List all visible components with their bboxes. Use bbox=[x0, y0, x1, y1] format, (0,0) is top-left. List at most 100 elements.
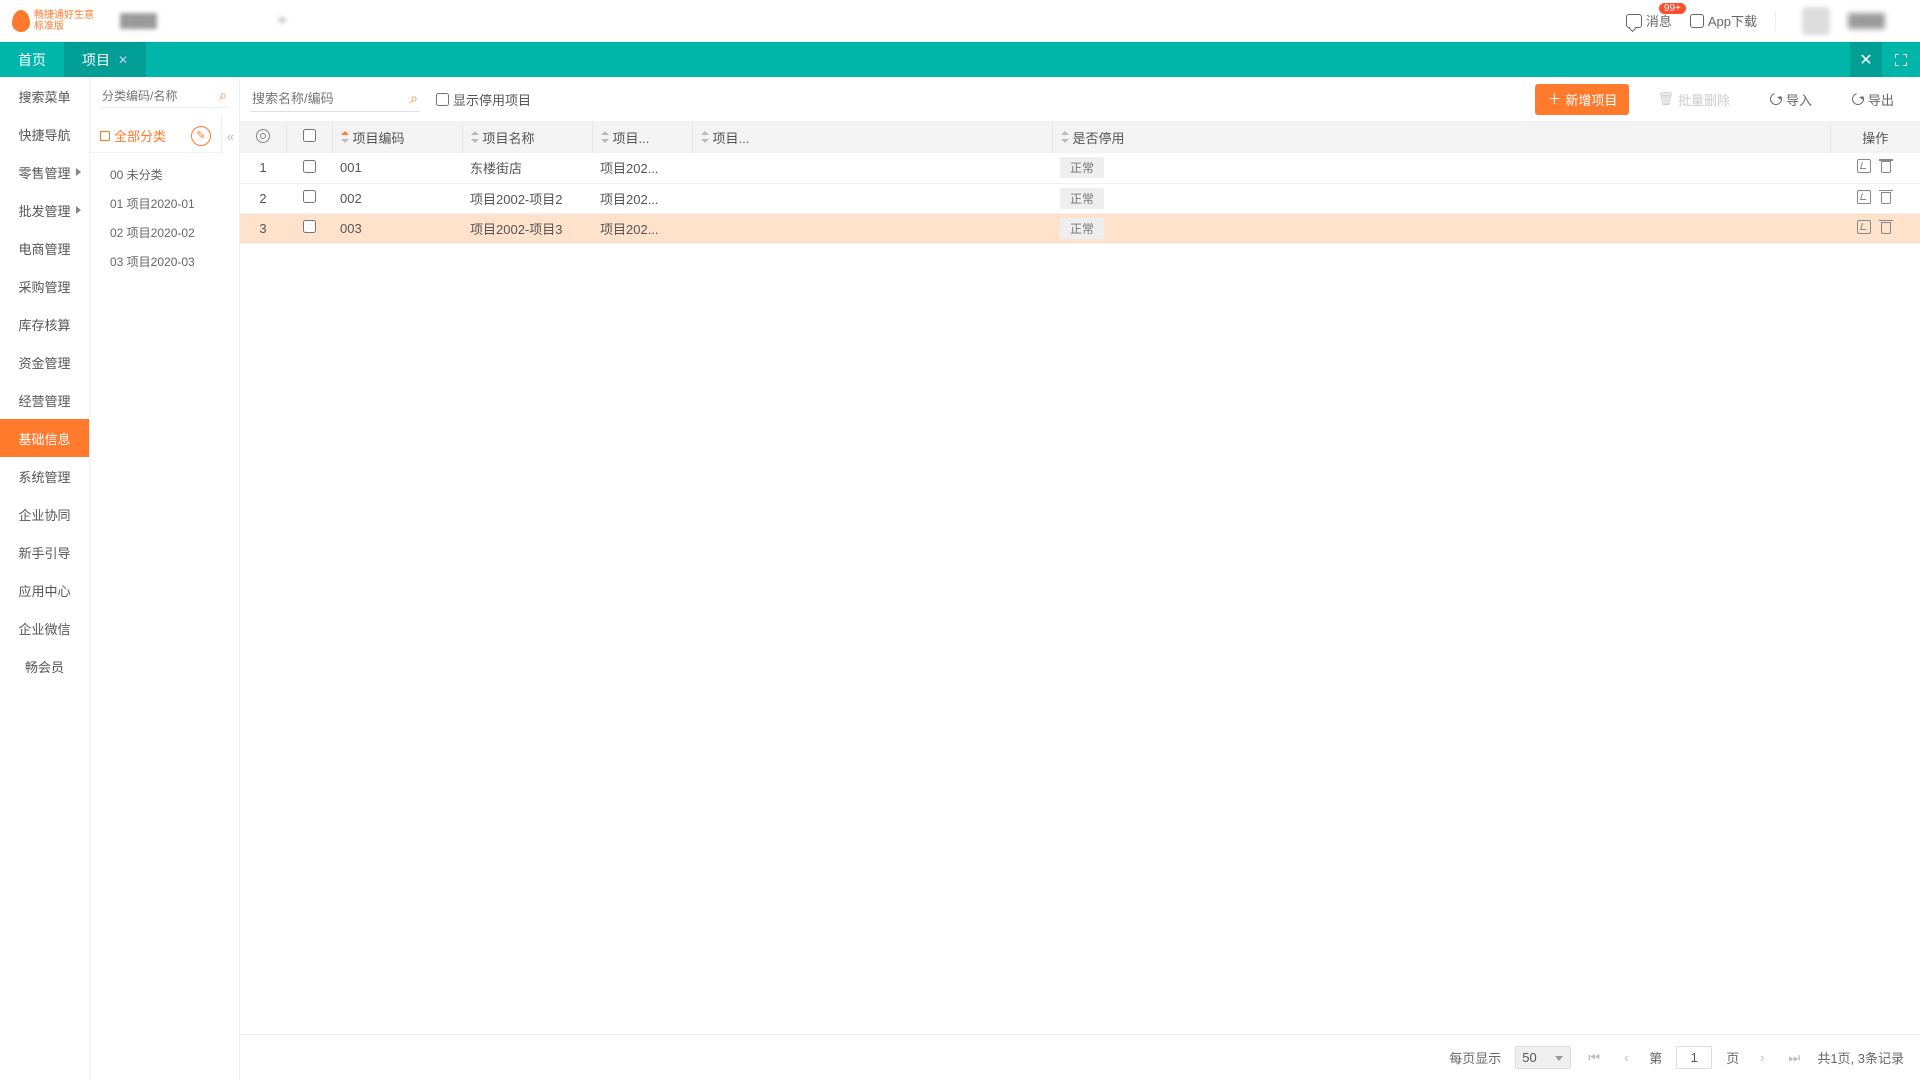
import-icon bbox=[1768, 91, 1784, 107]
delete-icon[interactable] bbox=[1879, 190, 1893, 204]
gear-icon bbox=[256, 129, 270, 143]
logo-icon bbox=[12, 10, 30, 32]
status-badge: 正常 bbox=[1060, 218, 1104, 239]
category-search: ⌕ bbox=[90, 77, 239, 116]
column-t2[interactable]: 项目... bbox=[692, 121, 1052, 153]
trash-icon: 🗑 bbox=[1657, 91, 1674, 107]
column-status[interactable]: 是否停用 bbox=[1052, 121, 1830, 153]
per-page-select[interactable]: 50 bbox=[1515, 1046, 1571, 1069]
chevron-down-icon bbox=[277, 18, 287, 24]
category-all[interactable]: 全部分类 ✎ bbox=[90, 120, 221, 153]
sidebar-item[interactable]: 经营管理 bbox=[0, 381, 89, 419]
table-row[interactable]: 3003项目2002-项目3项目202...正常 bbox=[240, 213, 1920, 243]
table-row[interactable]: 1001东楼街店项目202...正常 bbox=[240, 153, 1920, 183]
fullscreen-icon bbox=[1895, 54, 1907, 66]
add-button[interactable]: ＋ 新增项目 bbox=[1535, 84, 1629, 115]
messages-badge: 99+ bbox=[1659, 3, 1686, 14]
messages-button[interactable]: 消息 99+ bbox=[1626, 11, 1672, 30]
category-search-input[interactable] bbox=[100, 85, 229, 108]
edit-icon[interactable] bbox=[1857, 220, 1871, 234]
sidebar-item[interactable]: 零售管理 bbox=[0, 153, 89, 191]
search-icon[interactable]: ⌕ bbox=[410, 90, 418, 107]
close-icon[interactable]: ✕ bbox=[118, 53, 128, 67]
search-input[interactable] bbox=[250, 86, 420, 112]
sidebar-item[interactable]: 新手引导 bbox=[0, 533, 89, 571]
category-all-label: 全部分类 bbox=[114, 126, 166, 145]
row-checkbox[interactable] bbox=[303, 220, 316, 233]
per-page-label: 每页显示 bbox=[1449, 1048, 1501, 1067]
org-selector[interactable]: ████ bbox=[120, 13, 287, 28]
edit-icon[interactable] bbox=[1857, 159, 1871, 173]
last-page-button[interactable]: ⏭ bbox=[1785, 1049, 1803, 1067]
show-disabled-checkbox[interactable]: 显示停用项目 bbox=[436, 90, 531, 109]
chevron-right-icon bbox=[76, 206, 81, 214]
page-input[interactable] bbox=[1676, 1046, 1712, 1069]
fullscreen-button[interactable] bbox=[1886, 42, 1916, 77]
pager: 每页显示 50 ⏮ ‹ 第 页 › ⏭ 共1页, 3条记录 bbox=[240, 1034, 1920, 1080]
pager-summary: 共1页, 3条记录 bbox=[1817, 1048, 1904, 1067]
tabs-close-all-button[interactable]: ✕ bbox=[1850, 42, 1882, 77]
category-item[interactable]: 02 项目2020-02 bbox=[90, 218, 239, 247]
close-icon: ✕ bbox=[1859, 50, 1872, 70]
sidebar-item[interactable]: 系统管理 bbox=[0, 457, 89, 495]
import-button[interactable]: 导入 bbox=[1758, 84, 1824, 115]
brand-name: 畅捷通好生意 bbox=[34, 10, 94, 21]
sidebar-item[interactable]: 库存核算 bbox=[0, 305, 89, 343]
status-badge: 正常 bbox=[1060, 157, 1104, 178]
tab-home[interactable]: 首页 bbox=[0, 42, 64, 77]
sidebar-item[interactable]: 畅会员 bbox=[0, 647, 89, 685]
app-download-button[interactable]: App下载 bbox=[1690, 11, 1757, 30]
delete-icon[interactable] bbox=[1879, 220, 1893, 234]
column-settings[interactable] bbox=[240, 121, 286, 153]
category-item[interactable]: 00 未分类 bbox=[90, 160, 239, 189]
edit-icon[interactable] bbox=[1857, 190, 1871, 204]
export-button[interactable]: 导出 bbox=[1840, 84, 1906, 115]
grid-icon bbox=[100, 131, 110, 141]
category-item[interactable]: 03 项目2020-03 bbox=[90, 247, 239, 276]
sort-icon bbox=[341, 131, 349, 143]
app-icon bbox=[1690, 14, 1704, 28]
row-checkbox[interactable] bbox=[303, 190, 316, 203]
prev-page-button[interactable]: ‹ bbox=[1617, 1049, 1635, 1067]
chat-icon bbox=[1626, 14, 1642, 28]
category-item[interactable]: 01 项目2020-01 bbox=[90, 189, 239, 218]
sidebar-item[interactable]: 采购管理 bbox=[0, 267, 89, 305]
search-icon[interactable]: ⌕ bbox=[219, 87, 227, 104]
sort-icon bbox=[701, 131, 709, 143]
column-name[interactable]: 项目名称 bbox=[462, 121, 592, 153]
column-code[interactable]: 项目编码 bbox=[332, 121, 462, 153]
collapse-panel-button[interactable]: « bbox=[221, 116, 239, 156]
sidebar-item[interactable]: 基础信息 bbox=[0, 419, 89, 457]
category-panel: ⌕ 全部分类 ✎ « 00 未分类01 项目2020-0102 项目2020-0… bbox=[90, 77, 240, 1080]
next-page-button[interactable]: › bbox=[1753, 1049, 1771, 1067]
chevron-right-icon bbox=[76, 168, 81, 176]
delete-icon[interactable] bbox=[1879, 159, 1893, 173]
sidebar-item[interactable]: 应用中心 bbox=[0, 571, 89, 609]
sort-icon bbox=[601, 131, 609, 143]
export-icon bbox=[1850, 91, 1866, 107]
app-download-label: App下载 bbox=[1708, 11, 1757, 30]
user-name[interactable]: ████ bbox=[1848, 13, 1908, 28]
topbar: 畅捷通好生意 标准版 ████ 消息 99+ App下载 ████ bbox=[0, 0, 1920, 42]
sidebar-item[interactable]: 批发管理 bbox=[0, 191, 89, 229]
brand-edition: 标准版 bbox=[34, 21, 94, 32]
table-row[interactable]: 2002项目2002-项目2项目202...正常 bbox=[240, 183, 1920, 213]
edit-category-button[interactable]: ✎ bbox=[191, 126, 211, 146]
sidebar-item[interactable]: 电商管理 bbox=[0, 229, 89, 267]
sidebar-item[interactable]: 资金管理 bbox=[0, 343, 89, 381]
sidebar: 搜索菜单快捷导航零售管理批发管理电商管理采购管理库存核算资金管理经营管理基础信息… bbox=[0, 77, 90, 1080]
column-t1[interactable]: 项目... bbox=[592, 121, 692, 153]
first-page-button[interactable]: ⏮ bbox=[1585, 1049, 1603, 1067]
main-panel: ⌕ 显示停用项目 ＋ 新增项目 🗑 批量删除 导入 bbox=[240, 77, 1920, 1080]
avatar[interactable] bbox=[1802, 7, 1830, 35]
select-all-checkbox[interactable] bbox=[303, 129, 316, 142]
sidebar-item[interactable]: 企业协同 bbox=[0, 495, 89, 533]
toolbar: ⌕ 显示停用项目 ＋ 新增项目 🗑 批量删除 导入 bbox=[240, 77, 1920, 121]
sidebar-item[interactable]: 快捷导航 bbox=[0, 115, 89, 153]
sidebar-item[interactable]: 搜索菜单 bbox=[0, 77, 89, 115]
sidebar-item[interactable]: 企业微信 bbox=[0, 609, 89, 647]
row-checkbox[interactable] bbox=[303, 160, 316, 173]
status-badge: 正常 bbox=[1060, 188, 1104, 209]
batch-delete-button[interactable]: 🗑 批量删除 bbox=[1645, 84, 1742, 115]
tab-project[interactable]: 项目 ✕ bbox=[64, 42, 146, 77]
